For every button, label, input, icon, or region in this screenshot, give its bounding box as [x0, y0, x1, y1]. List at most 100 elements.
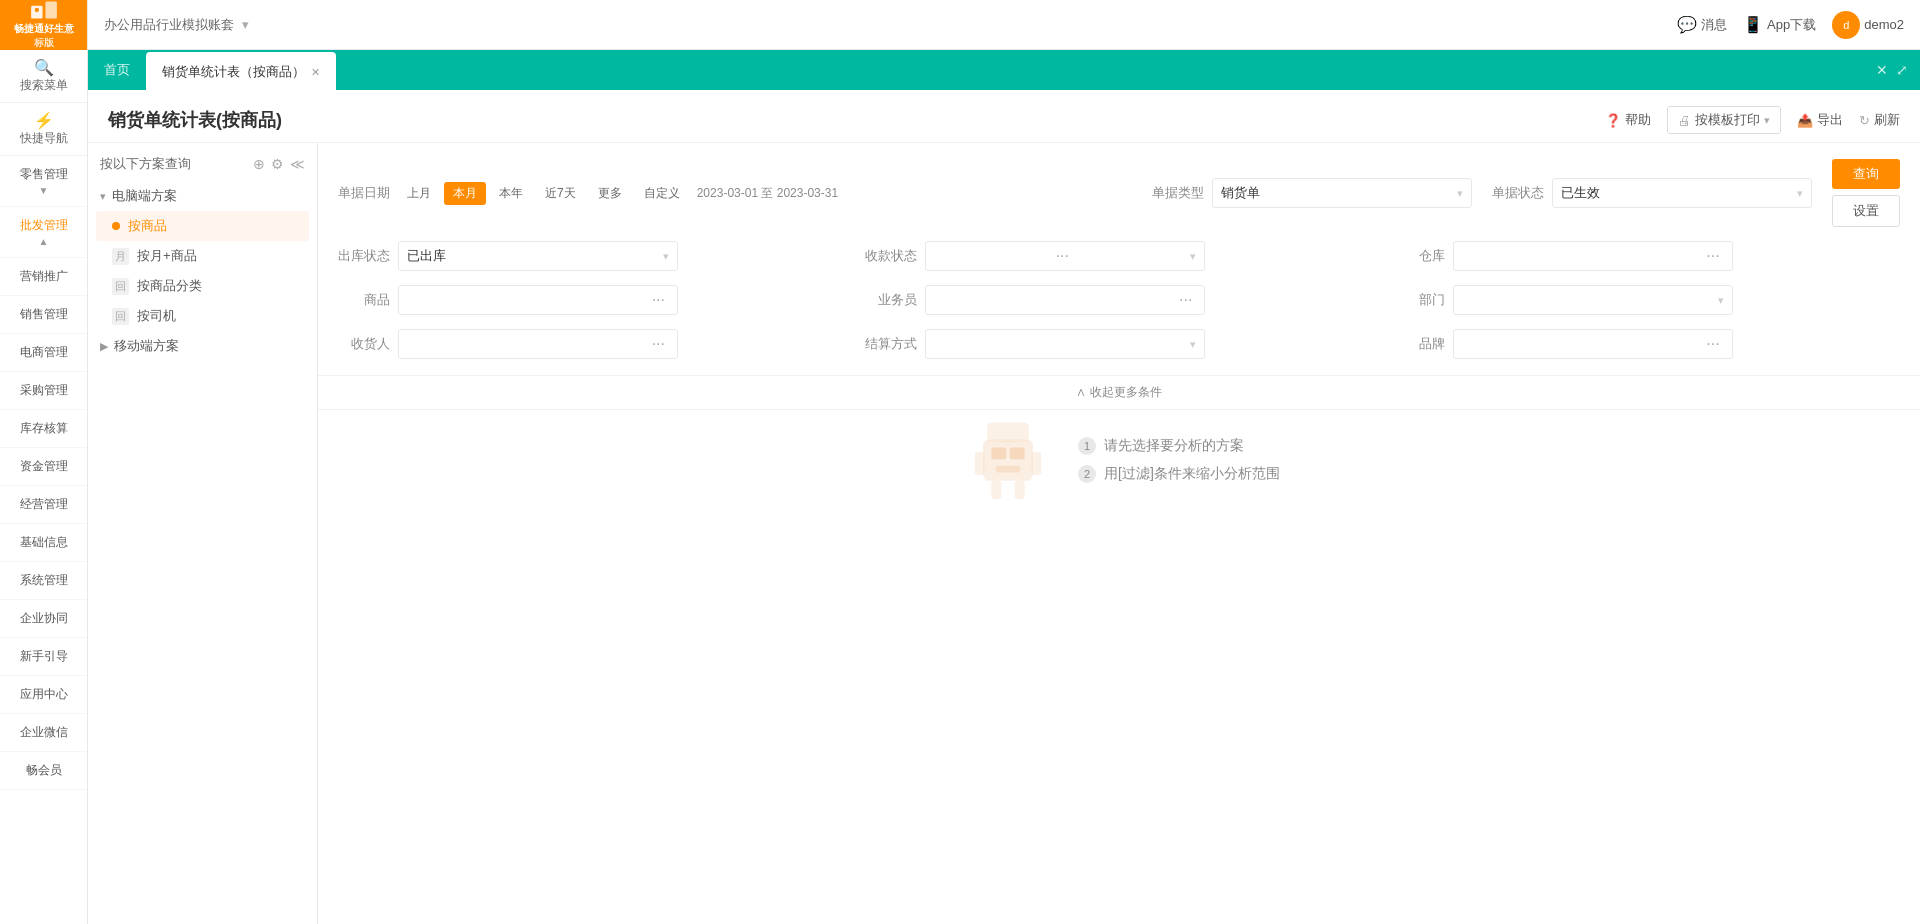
date-tag-custom[interactable]: 自定义 [635, 182, 689, 205]
filter-cell-dept: 部门 ▾ [1393, 285, 1900, 315]
date-label: 单据日期 [338, 184, 398, 202]
scheme-item-by-goods[interactable]: 按商品 [96, 211, 309, 241]
sidebar-item-sales[interactable]: 销售管理 [0, 296, 87, 334]
workspace-dropdown-icon[interactable]: ▾ [242, 17, 249, 32]
salesperson-dots-icon: ··· [1175, 291, 1196, 309]
date-tag-lastmonth[interactable]: 上月 [398, 182, 440, 205]
tabbar: 首页 销货单统计表（按商品） ✕ ✕ ⤢ [88, 50, 1920, 90]
user-avatar: d [1832, 11, 1860, 39]
user-profile[interactable]: d demo2 [1832, 11, 1904, 39]
doc-type-input[interactable]: 销货单 ▾ [1212, 178, 1472, 208]
sidebar-item-label-inventory: 库存核算 [20, 420, 68, 437]
sidebar-item-basic[interactable]: 基础信息 [0, 524, 87, 562]
sidebar-item-retail[interactable]: 零售管理▼ [0, 156, 87, 207]
date-tags: 上月 本月 本年 近7天 更多 自定义 [398, 182, 689, 205]
filter-panel: 单据日期 上月 本月 本年 近7天 更多 自定义 [318, 143, 1920, 924]
svg-rect-8 [1031, 452, 1041, 475]
tab-home[interactable]: 首页 [88, 50, 146, 90]
svg-rect-1 [45, 1, 56, 18]
topbar: 办公用品行业模拟账套 ▾ 💬 消息 📱 App下载 d demo2 [88, 0, 1920, 50]
sidebar-item-marketing[interactable]: 营销推广 [0, 258, 87, 296]
receiver-input[interactable]: ··· [398, 329, 678, 359]
scheme-item-by-goods-category[interactable]: 回 按商品分类 [96, 271, 309, 301]
sidebar-item-enterprise[interactable]: 企业协同 [0, 600, 87, 638]
dept-label: 部门 [1393, 291, 1453, 309]
date-tag-thisyear[interactable]: 本年 [490, 182, 532, 205]
filter-cell-payment: 收款状态 ··· ▾ [865, 241, 1372, 271]
scheme-group-pc: ▾ 电脑端方案 按商品 月 按月+商品 回 按 [88, 181, 317, 331]
filter-cell-warehouse: 仓库 ··· [1393, 241, 1900, 271]
tab-close-window-btn[interactable]: ✕ [1876, 62, 1888, 78]
refresh-btn[interactable]: ↻ 刷新 [1859, 111, 1900, 129]
app-subtitle: 标版 [34, 36, 54, 50]
svg-rect-6 [996, 466, 1021, 473]
content-area: 销货单统计表(按商品) ❓ 帮助 🖨 按模板打印 ▾ 📤 导出 [88, 90, 1920, 924]
salesperson-input[interactable]: ··· [925, 285, 1205, 315]
scheme-group-pc-header[interactable]: ▾ 电脑端方案 [96, 181, 309, 211]
scheme-add-icon[interactable]: ⊕ [253, 156, 265, 172]
app-name: 畅捷通好生意 [14, 22, 74, 36]
filter-cell-doc-status: 单据状态 已生效 ▾ [1492, 178, 1812, 208]
hint-num-1: 1 [1078, 437, 1096, 455]
dept-input[interactable]: ▾ [1453, 285, 1733, 315]
goods-dots-icon: ··· [648, 291, 669, 309]
sidebar-item-newbie[interactable]: 新手引导 [0, 638, 87, 676]
payment-input[interactable]: ··· ▾ [925, 241, 1205, 271]
sidebar-item-finance[interactable]: 资金管理 [0, 448, 87, 486]
template-print-btn[interactable]: 🖨 按模板打印 ▾ [1667, 106, 1781, 134]
scheme-item-by-printer[interactable]: 回 按司机 [96, 301, 309, 331]
refresh-icon: ↻ [1859, 113, 1870, 128]
main-area: 办公用品行业模拟账套 ▾ 💬 消息 📱 App下载 d demo2 首页 [88, 0, 1920, 924]
scheme-item-by-month-goods[interactable]: 月 按月+商品 [96, 241, 309, 271]
query-btn[interactable]: 查询 [1832, 159, 1900, 189]
sidebar-item-business[interactable]: 经营管理 [0, 486, 87, 524]
search-menu[interactable]: 🔍 搜索菜单 [0, 50, 87, 103]
filter-row-2: 出库状态 已出库 ▾ 收款状态 ··· [338, 241, 1900, 271]
brand-input[interactable]: ··· [1453, 329, 1733, 359]
collapse-bar[interactable]: ∧ 收起更多条件 [318, 376, 1920, 410]
doc-status-input[interactable]: 已生效 ▾ [1552, 178, 1812, 208]
payment-label: 收款状态 [865, 247, 925, 265]
outbound-input[interactable]: 已出库 ▾ [398, 241, 678, 271]
tabbar-actions: ✕ ⤢ [1876, 62, 1920, 78]
message-btn[interactable]: 💬 消息 [1677, 15, 1727, 34]
goods-input[interactable]: ··· [398, 285, 678, 315]
sidebar-item-label-newbie: 新手引导 [20, 648, 68, 665]
date-tag-thismonth[interactable]: 本月 [444, 182, 486, 205]
quick-nav-label: 快捷导航 [6, 130, 81, 147]
scheme-collapse-icon[interactable]: ≪ [290, 156, 305, 172]
date-tag-7days[interactable]: 近7天 [536, 182, 585, 205]
tab-close-icon[interactable]: ✕ [311, 66, 320, 79]
sidebar-item-wholesale[interactable]: 批发管理▲ [0, 207, 87, 258]
sidebar-item-system[interactable]: 系统管理 [0, 562, 87, 600]
collapse-label: ∧ 收起更多条件 [1076, 385, 1161, 399]
brand-label: 品牌 [1393, 335, 1453, 353]
scheme-settings-icon[interactable]: ⚙ [271, 156, 284, 172]
svg-rect-7 [975, 452, 985, 475]
sidebar-item-apps[interactable]: 应用中心 [0, 676, 87, 714]
settlement-input[interactable]: ▾ [925, 329, 1205, 359]
template-print-arrow: ▾ [1764, 114, 1770, 127]
tab-sales-stats-label: 销货单统计表（按商品） [162, 63, 305, 81]
sidebar-item-ecommerce[interactable]: 电商管理 [0, 334, 87, 372]
export-btn[interactable]: 📤 导出 [1797, 111, 1843, 129]
sidebar-item-member[interactable]: 畅会员 [0, 752, 87, 790]
date-filter: 上月 本月 本年 近7天 更多 自定义 2023-03-01 至 2023-03… [398, 182, 1132, 205]
help-btn[interactable]: ❓ 帮助 [1605, 111, 1651, 129]
warehouse-input[interactable]: ··· [1453, 241, 1733, 271]
app-download-btn[interactable]: 📱 App下载 [1743, 15, 1816, 34]
quick-nav[interactable]: ⚡ 快捷导航 [0, 103, 87, 156]
settings-btn[interactable]: 设置 [1832, 195, 1900, 227]
scheme-group-mobile-header[interactable]: ▶ 移动端方案 [96, 331, 309, 361]
sidebar-item-label-apps: 应用中心 [20, 686, 68, 703]
sidebar-item-wechat[interactable]: 企业微信 [0, 714, 87, 752]
app-download-label: App下载 [1767, 16, 1816, 34]
payment-arrow-icon: ▾ [1190, 250, 1196, 263]
tab-sales-stats[interactable]: 销货单统计表（按商品） ✕ [146, 52, 336, 92]
message-label: 消息 [1701, 16, 1727, 34]
date-tag-more[interactable]: 更多 [589, 182, 631, 205]
sidebar-item-inventory[interactable]: 库存核算 [0, 410, 87, 448]
brand-dots-icon: ··· [1702, 335, 1723, 353]
sidebar-item-purchase[interactable]: 采购管理 [0, 372, 87, 410]
tab-maximize-btn[interactable]: ⤢ [1896, 62, 1908, 78]
